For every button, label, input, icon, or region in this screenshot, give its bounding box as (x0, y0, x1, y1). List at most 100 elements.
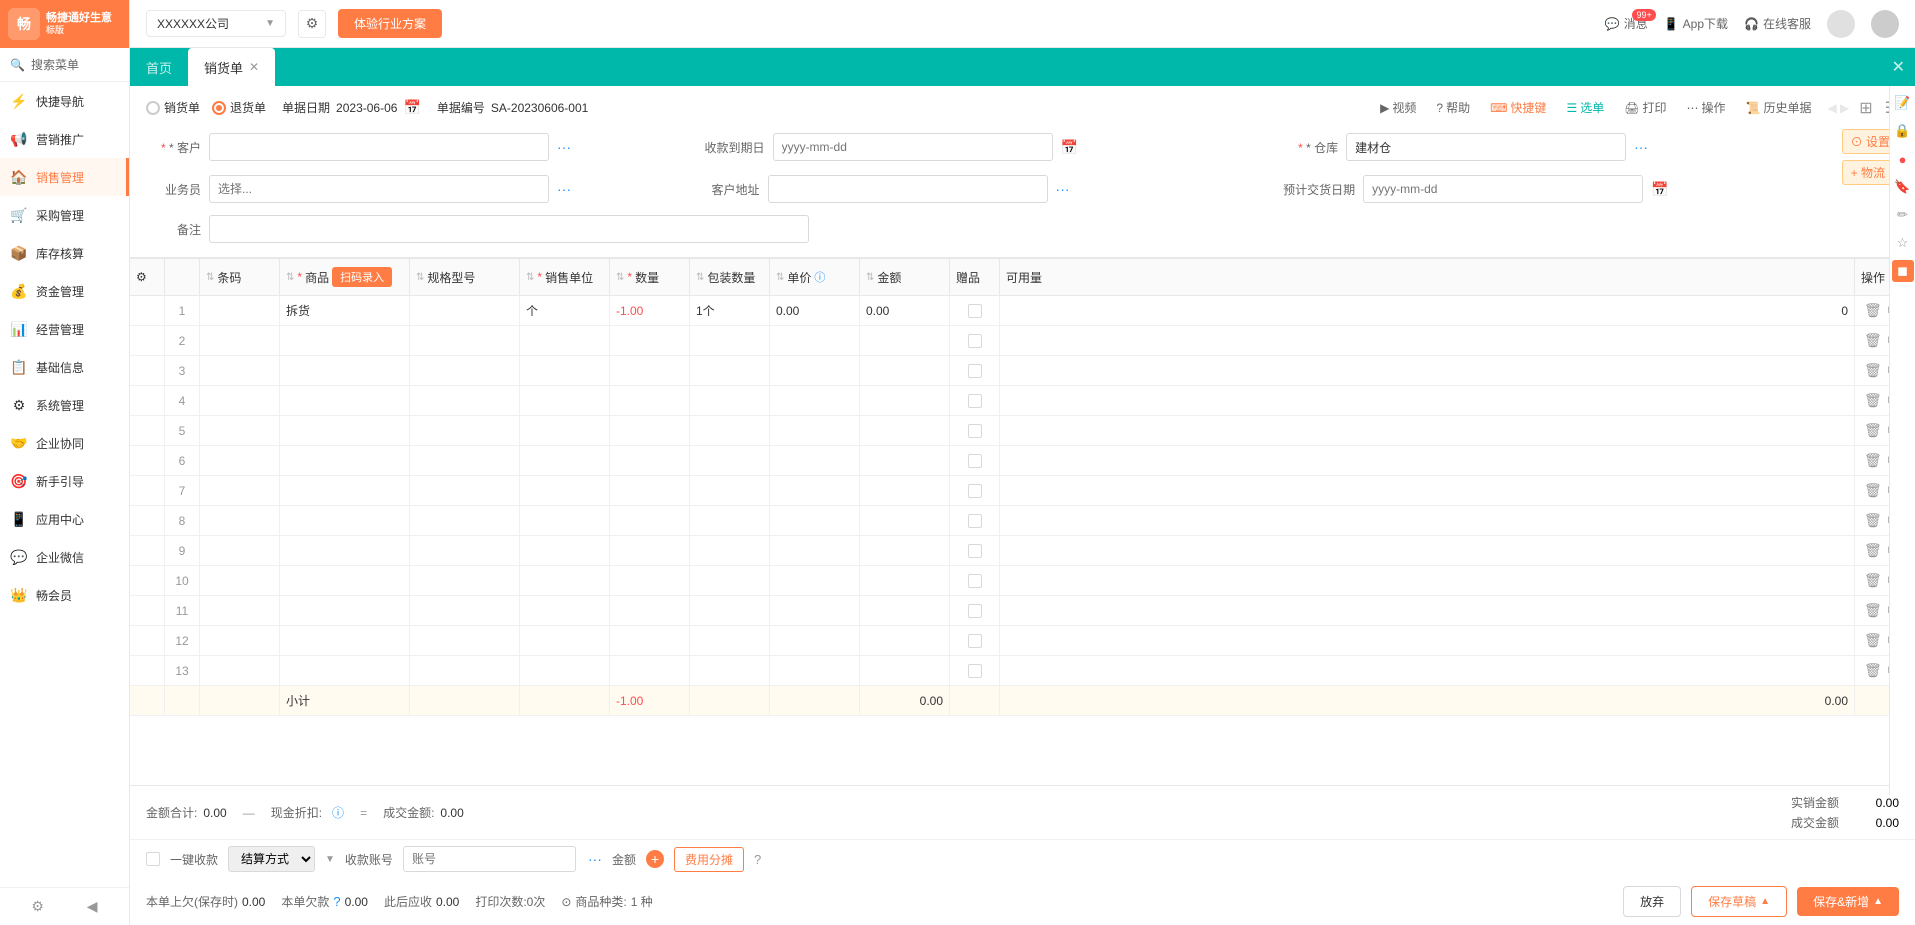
th-settings[interactable]: ⚙ (130, 259, 165, 295)
gift-checkbox-1[interactable] (968, 304, 982, 318)
delivery-date-input[interactable] (1363, 175, 1643, 203)
debt-info-icon[interactable]: ? (333, 894, 340, 909)
right-panel-orange-icon[interactable]: ◼ (1892, 260, 1914, 282)
fee-split-btn[interactable]: 费用分摊 (674, 847, 744, 872)
customer-address-input[interactable] (768, 175, 1048, 203)
td-unit-1[interactable]: 个 (520, 296, 610, 325)
help-btn[interactable]: ? 帮助 (1430, 96, 1476, 119)
save-new-btn[interactable]: 保存&新增 ▲ (1797, 887, 1899, 916)
sort-icon-price[interactable]: ⇅ (776, 272, 784, 283)
sidebar-settings-btn[interactable]: ⚙ (31, 898, 44, 915)
sort-icon-spec[interactable]: ⇅ (416, 272, 424, 283)
sidebar-item-member[interactable]: 👑 畅会员 (0, 576, 129, 614)
company-selector[interactable]: XXXXXX公司 ▼ (146, 10, 286, 37)
td-barcode-2[interactable] (200, 326, 280, 355)
payment-cal-icon[interactable]: 📅 (1061, 139, 1078, 156)
sidebar-item-finance[interactable]: 💰 资金管理 (0, 272, 129, 310)
layout-grid-icon[interactable]: ⊞ (1859, 98, 1872, 118)
sidebar-item-operations[interactable]: 📊 经营管理 (0, 310, 129, 348)
delete-row-btn-9[interactable]: 🗑 (1864, 542, 1882, 559)
tab-home[interactable]: 首页 (130, 48, 188, 86)
td-qty-1[interactable]: -1.00 (610, 296, 690, 325)
message-btn[interactable]: 💬 消息 99+ (1605, 15, 1648, 32)
td-pkgqty-1[interactable]: 1个 (690, 296, 770, 325)
delete-row-btn-13[interactable]: 🗑 (1864, 662, 1882, 679)
warehouse-input[interactable] (1346, 133, 1626, 161)
operations-btn[interactable]: ⋯ 操作 (1680, 96, 1731, 119)
td-product-1[interactable]: 拆货 (280, 296, 410, 325)
try-industry-btn[interactable]: 体验行业方案 (338, 9, 442, 38)
sidebar-item-purchase[interactable]: 🛒 采购管理 (0, 196, 129, 234)
td-barcode-1[interactable] (200, 296, 280, 325)
delete-row-btn-12[interactable]: 🗑 (1864, 632, 1882, 649)
sidebar-item-basic[interactable]: 📋 基础信息 (0, 348, 129, 386)
app-download-btn[interactable]: 📱 App下载 (1664, 15, 1728, 32)
settlement-method-select[interactable]: 结算方式 (228, 846, 315, 872)
sidebar-item-inventory[interactable]: 📦 库存核算 (0, 234, 129, 272)
right-panel-alert-icon[interactable]: ● (1892, 148, 1914, 170)
sidebar-item-apps[interactable]: 📱 应用中心 (0, 500, 129, 538)
delete-row-btn-5[interactable]: 🗑 (1864, 422, 1882, 439)
print-btn[interactable]: 🖨 打印 (1618, 96, 1672, 119)
settings-gear-btn[interactable]: ⚙ (298, 10, 326, 38)
tab-close-btn[interactable]: ✕ (249, 60, 259, 74)
sort-icon-product[interactable]: ⇅ (286, 272, 294, 283)
delete-row-btn-10[interactable]: 🗑 (1864, 572, 1882, 589)
delivery-cal-icon[interactable]: 📅 (1651, 181, 1668, 198)
td-spec-1[interactable] (410, 296, 520, 325)
save-draft-btn[interactable]: 保存草稿 ▲ (1691, 886, 1787, 917)
account-input[interactable] (403, 846, 576, 872)
address-dots-icon[interactable]: ··· (1056, 181, 1070, 197)
td-price-1[interactable]: 0.00 (770, 296, 860, 325)
add-payment-btn[interactable]: + (646, 850, 664, 868)
sort-icon-unit[interactable]: ⇅ (526, 272, 534, 283)
sidebar-item-marketing[interactable]: 📢 营销推广 (0, 120, 129, 158)
delete-row-btn-2[interactable]: 🗑 (1864, 332, 1882, 349)
account-dots-icon[interactable]: ··· (588, 851, 602, 867)
sidebar-item-wechat[interactable]: 💬 企业微信 (0, 538, 129, 576)
sidebar-item-enterprise[interactable]: 🤝 企业协同 (0, 424, 129, 462)
online-service-btn[interactable]: 🎧 在线客服 (1744, 15, 1811, 32)
delete-row-btn-4[interactable]: 🗑 (1864, 392, 1882, 409)
customer-input[interactable] (209, 133, 549, 161)
sort-icon-amount[interactable]: ⇅ (866, 272, 874, 283)
abandon-btn[interactable]: 放弃 (1623, 886, 1681, 917)
right-panel-edit-icon[interactable]: 📝 (1892, 92, 1914, 114)
sidebar-item-system[interactable]: ⚙ 系统管理 (0, 386, 129, 424)
sidebar-item-quick-nav[interactable]: ⚡ 快捷导航 (0, 82, 129, 120)
td-gift-1[interactable] (950, 296, 1000, 325)
right-panel-pencil-icon[interactable]: ✏ (1892, 204, 1914, 226)
notes-input[interactable] (209, 215, 809, 243)
one-click-payment-checkbox[interactable] (146, 852, 160, 866)
video-btn[interactable]: ▶ 视频 (1374, 96, 1422, 119)
sidebar-collapse-btn[interactable]: ◀ (87, 898, 98, 915)
user-avatar[interactable] (1827, 10, 1855, 38)
history-orders-btn[interactable]: 📜 历史单据 (1739, 96, 1817, 119)
customer-dots-icon[interactable]: ··· (557, 139, 571, 155)
delete-row-btn-6[interactable]: 🗑 (1864, 452, 1882, 469)
td-product-2[interactable] (280, 326, 410, 355)
warehouse-dots-icon[interactable]: ··· (1634, 139, 1648, 155)
right-panel-lock-icon[interactable]: 🔒 (1892, 120, 1914, 142)
calendar-icon[interactable]: 📅 (403, 99, 420, 116)
tab-sales-order[interactable]: 销货单 ✕ (188, 48, 275, 86)
sort-icon-pkgqty[interactable]: ⇅ (696, 272, 704, 283)
user-avatar-2[interactable] (1871, 10, 1899, 38)
price-info-icon[interactable]: ⓘ (814, 269, 825, 285)
sort-icon-barcode[interactable]: ⇅ (206, 272, 214, 283)
scan-btn[interactable]: 扫码录入 (332, 267, 392, 287)
shortcuts-btn[interactable]: ⌨ 快捷键 (1484, 96, 1552, 119)
salesperson-dots-icon[interactable]: ··· (557, 181, 571, 197)
nav-close-btn[interactable]: ✕ (1892, 57, 1905, 77)
radio-sales[interactable]: 销货单 (146, 99, 200, 116)
delete-row-btn-1[interactable]: 🗑 (1864, 302, 1882, 319)
sidebar-item-guide[interactable]: 🎯 新手引导 (0, 462, 129, 500)
delete-row-btn-11[interactable]: 🗑 (1864, 602, 1882, 619)
delete-row-btn-3[interactable]: 🗑 (1864, 362, 1882, 379)
right-panel-star-icon[interactable]: ☆ (1892, 232, 1914, 254)
sidebar-item-sales[interactable]: 🏠 销售管理 (0, 158, 129, 196)
td-amount-1[interactable]: 0.00 (860, 296, 950, 325)
sidebar-search[interactable]: 🔍 搜索菜单 (0, 48, 129, 82)
right-panel-bookmark-icon[interactable]: 🔖 (1892, 176, 1914, 198)
sort-icon-qty[interactable]: ⇅ (616, 272, 624, 283)
